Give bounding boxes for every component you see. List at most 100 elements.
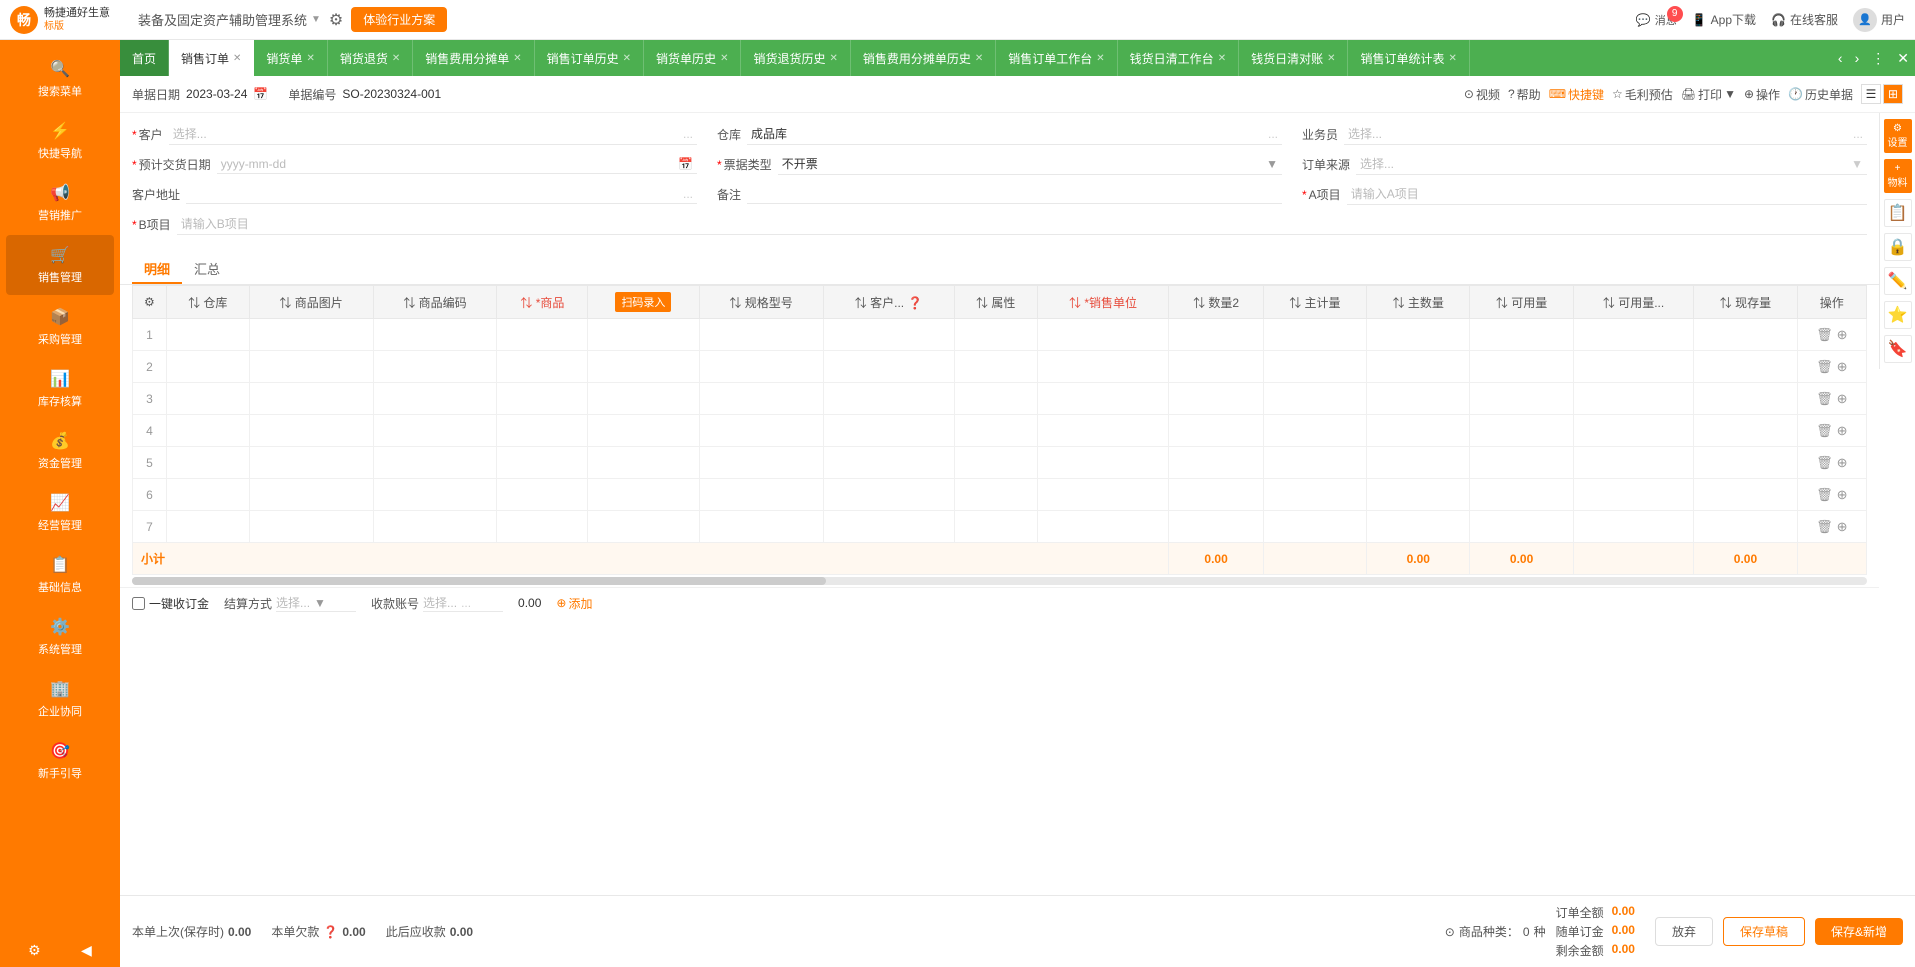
th-main-unit[interactable]: ⇅ 主计量	[1263, 286, 1366, 319]
row-5-customer-order[interactable]	[823, 447, 954, 479]
row-4-main-qty[interactable]	[1367, 415, 1470, 447]
plan-button[interactable]: 体验行业方案	[351, 7, 447, 32]
panel-icon-7[interactable]: 🔖	[1884, 335, 1912, 363]
row-4-property[interactable]	[954, 415, 1037, 447]
account-dots[interactable]: ...	[461, 596, 471, 610]
row-3-spec[interactable]	[699, 383, 823, 415]
row-7-spec[interactable]	[699, 511, 823, 543]
grid-view-btn[interactable]: ⊞	[1883, 84, 1903, 104]
row-1-available2[interactable]	[1573, 319, 1693, 351]
sidebar-item-quick-nav[interactable]: ⚡ 快捷导航	[6, 111, 114, 171]
row-2-product-img[interactable]	[249, 351, 373, 383]
row-1-available[interactable]	[1470, 319, 1573, 351]
row-6-qty2[interactable]	[1169, 479, 1263, 511]
tab-close-workbench[interactable]: ✕	[1096, 53, 1104, 64]
row-6-available2[interactable]	[1573, 479, 1693, 511]
row-4-product-img[interactable]	[249, 415, 373, 447]
row-7-delete-icon[interactable]: 🗑	[1816, 519, 1833, 535]
sidebar-item-operation[interactable]: 📈 经营管理	[6, 483, 114, 543]
panel-icon-6[interactable]: ⭐	[1884, 301, 1912, 329]
row-3-qty2[interactable]	[1169, 383, 1263, 415]
row-5-available[interactable]	[1470, 447, 1573, 479]
shortcut-link[interactable]: ⌨ 快捷键	[1549, 86, 1604, 103]
row-3-property[interactable]	[954, 383, 1037, 415]
row-3-stock[interactable]	[1694, 383, 1797, 415]
account-select[interactable]: 选择... ...	[423, 594, 503, 612]
tab-close-sales-slip[interactable]: ✕	[306, 53, 314, 64]
sidebar-collapse-icon[interactable]: ◀	[81, 942, 92, 959]
row-3-available2[interactable]	[1573, 383, 1693, 415]
tab-close-sales-expense[interactable]: ✕	[513, 53, 521, 64]
help-link[interactable]: ? 帮助	[1508, 86, 1541, 103]
row-2-stock[interactable]	[1694, 351, 1797, 383]
expected-date-input[interactable]: yyyy-mm-dd 📅	[217, 154, 697, 174]
row-1-customer-order[interactable]	[823, 319, 954, 351]
row-2-available2[interactable]	[1573, 351, 1693, 383]
row-5-spec[interactable]	[699, 447, 823, 479]
row-4-copy-icon[interactable]: ⊕	[1837, 423, 1848, 439]
tab-close-order-history[interactable]: ✕	[623, 53, 631, 64]
row-1-stock[interactable]	[1694, 319, 1797, 351]
invoice-type-select[interactable]: 不开票 ▼	[778, 153, 1282, 175]
sidebar-item-purchase[interactable]: 📦 采购管理	[6, 297, 114, 357]
row-4-warehouse[interactable]	[166, 415, 249, 447]
row-7-copy-icon[interactable]: ⊕	[1837, 519, 1848, 535]
row-6-product-img[interactable]	[249, 479, 373, 511]
row-3-product-img[interactable]	[249, 383, 373, 415]
tab-sales-order[interactable]: 销售订单 ✕	[169, 40, 254, 76]
row-4-available2[interactable]	[1573, 415, 1693, 447]
row-2-property[interactable]	[954, 351, 1037, 383]
tab-close-sales-order[interactable]: ✕	[233, 53, 241, 64]
th-unit[interactable]: ⇅ *销售单位	[1037, 286, 1169, 319]
customer-address-input[interactable]: ...	[186, 184, 697, 204]
system-title[interactable]: 装备及固定资产辅助管理系统 ▼	[138, 10, 321, 29]
tab-close-daily-clear[interactable]: ✕	[1218, 53, 1226, 64]
row-6-stock[interactable]	[1694, 479, 1797, 511]
a-project-input[interactable]: 请输入A项目	[1347, 183, 1867, 205]
row-5-main-unit[interactable]	[1263, 447, 1366, 479]
row-1-warehouse[interactable]	[166, 319, 249, 351]
panel-icon-5[interactable]: ✏️	[1884, 267, 1912, 295]
row-5-unit[interactable]	[1037, 447, 1169, 479]
row-6-product[interactable]	[497, 479, 588, 511]
row-6-customer-order[interactable]	[823, 479, 954, 511]
sidebar-item-basic[interactable]: 📋 基础信息	[6, 545, 114, 605]
horizontal-scrollbar[interactable]	[132, 577, 1867, 585]
th-available2[interactable]: ⇅ 可用量...	[1573, 286, 1693, 319]
row-2-available[interactable]	[1470, 351, 1573, 383]
sidebar-item-inventory[interactable]: 📊 库存核算	[6, 359, 114, 419]
salesperson-dots[interactable]: ...	[1853, 127, 1863, 141]
th-product[interactable]: ⇅ *商品	[497, 286, 588, 319]
row-5-qty2[interactable]	[1169, 447, 1263, 479]
row-5-main-qty[interactable]	[1367, 447, 1470, 479]
row-2-warehouse[interactable]	[166, 351, 249, 383]
tab-sales-return[interactable]: 销货退货 ✕	[328, 40, 413, 76]
sidebar-item-search[interactable]: 🔍 搜索菜单	[6, 49, 114, 109]
row-4-unit[interactable]	[1037, 415, 1169, 447]
customer-dots[interactable]: ...	[683, 127, 693, 141]
order-source-input[interactable]: 选择... ▼	[1356, 153, 1867, 175]
row-3-product-code[interactable]	[373, 383, 497, 415]
tab-sales-expense-history[interactable]: 销售费用分摊单历史 ✕	[851, 40, 996, 76]
row-7-property[interactable]	[954, 511, 1037, 543]
row-7-product-code[interactable]	[373, 511, 497, 543]
tab-summary[interactable]: 汇总	[182, 255, 232, 284]
b-project-input[interactable]: 请输入B项目	[177, 213, 1867, 235]
tab-sales-order-history[interactable]: 销售订单历史 ✕	[535, 40, 644, 76]
row-7-qty2[interactable]	[1169, 511, 1263, 543]
row-1-property[interactable]	[954, 319, 1037, 351]
row-3-product[interactable]	[497, 383, 588, 415]
th-settings[interactable]: ⚙	[133, 286, 167, 319]
row-4-spec[interactable]	[699, 415, 823, 447]
row-1-copy-icon[interactable]: ⊕	[1837, 327, 1848, 343]
row-3-main-unit[interactable]	[1263, 383, 1366, 415]
one-click-checkbox[interactable]	[132, 597, 145, 610]
row-7-product-img[interactable]	[249, 511, 373, 543]
sidebar-item-enterprise[interactable]: 🏢 企业协同	[6, 669, 114, 729]
tab-home[interactable]: 首页	[120, 40, 169, 76]
row-4-main-unit[interactable]	[1263, 415, 1366, 447]
row-3-main-qty[interactable]	[1367, 383, 1470, 415]
row-1-product[interactable]	[497, 319, 588, 351]
row-6-product-code[interactable]	[373, 479, 497, 511]
row-4-stock[interactable]	[1694, 415, 1797, 447]
